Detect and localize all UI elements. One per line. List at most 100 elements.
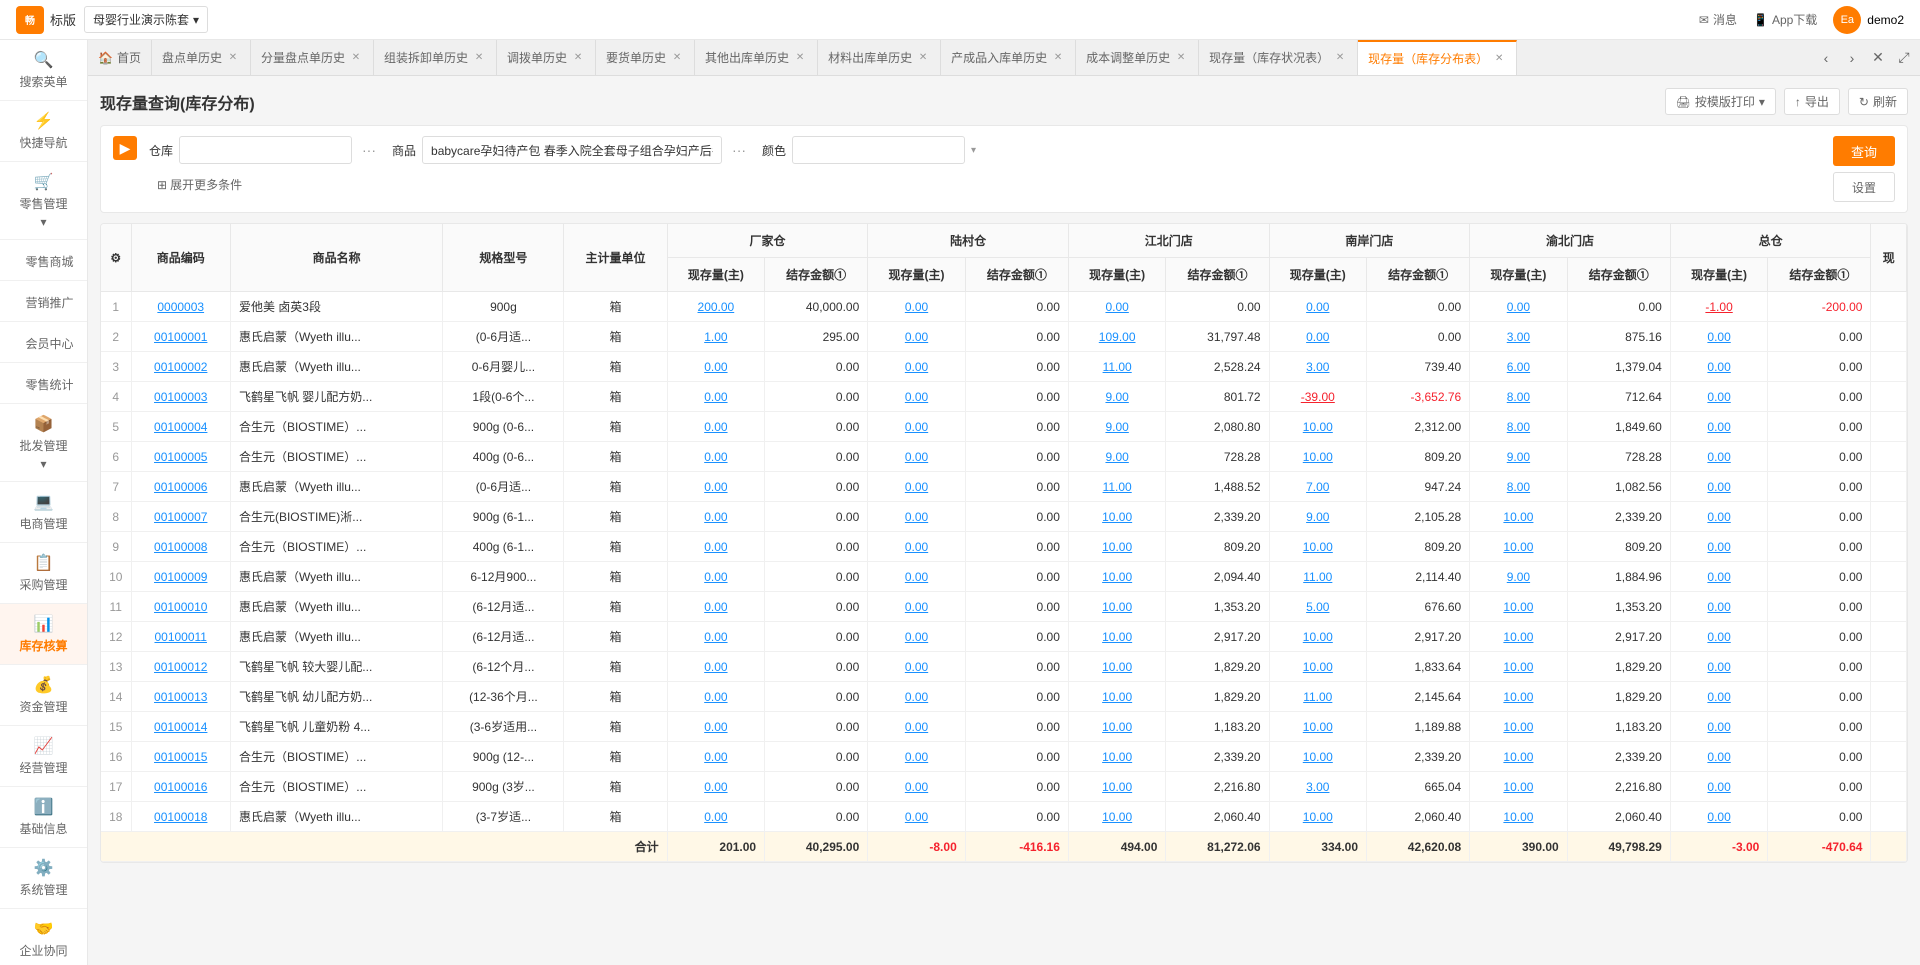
sidebar-item-资金管理[interactable]: 💰资金管理	[0, 665, 87, 726]
jb-qty[interactable]: 11.00	[1068, 472, 1165, 502]
yb-qty[interactable]: 9.00	[1470, 442, 1567, 472]
product-code[interactable]: 00100004	[131, 412, 230, 442]
jb-qty[interactable]: 11.00	[1068, 352, 1165, 382]
zc-qty[interactable]: 0.00	[1670, 382, 1767, 412]
fj-qty[interactable]: 0.00	[667, 742, 764, 772]
close-icon[interactable]: ✕	[472, 51, 486, 65]
message-btn[interactable]: ✉ 消息	[1699, 11, 1737, 28]
na-qty[interactable]: 3.00	[1269, 352, 1366, 382]
lc-qty[interactable]: 0.00	[868, 652, 965, 682]
fj-qty[interactable]: 200.00	[667, 292, 764, 322]
jb-qty[interactable]: 10.00	[1068, 682, 1165, 712]
close-icon[interactable]: ✕	[916, 51, 930, 65]
yb-qty[interactable]: 10.00	[1470, 682, 1567, 712]
filter-toggle-btn[interactable]: ▶	[113, 136, 137, 160]
tab-0[interactable]: 🏠首页	[88, 40, 152, 76]
tab-prev-btn[interactable]: ‹	[1814, 46, 1838, 70]
zc-qty[interactable]: 0.00	[1670, 622, 1767, 652]
product-code[interactable]: 00100008	[131, 532, 230, 562]
fj-qty[interactable]: 0.00	[667, 502, 764, 532]
sidebar-item-经营管理[interactable]: 📈经营管理	[0, 726, 87, 787]
lc-qty[interactable]: 0.00	[868, 412, 965, 442]
tab-5[interactable]: 要货单历史✕	[596, 40, 695, 76]
warehouse-ellipsis[interactable]: ···	[358, 142, 380, 158]
settings-btn[interactable]: 设置	[1833, 172, 1895, 202]
product-code[interactable]: 00100010	[131, 592, 230, 622]
fj-qty[interactable]: 0.00	[667, 682, 764, 712]
fj-qty[interactable]: 0.00	[667, 772, 764, 802]
sidebar-item-基础信息[interactable]: ℹ️基础信息	[0, 787, 87, 848]
zc-qty[interactable]: -1.00	[1670, 292, 1767, 322]
close-icon[interactable]: ✕	[670, 51, 684, 65]
sidebar-item-库存核算[interactable]: 📊库存核算	[0, 604, 87, 665]
product-code[interactable]: 00100014	[131, 712, 230, 742]
tab-6[interactable]: 其他出库单历史✕	[695, 40, 818, 76]
na-qty[interactable]: 0.00	[1269, 292, 1366, 322]
company-select[interactable]: 母婴行业演示陈套 ▾	[84, 6, 208, 33]
export-btn[interactable]: ↑ 导出	[1784, 88, 1840, 115]
yb-qty[interactable]: 10.00	[1470, 592, 1567, 622]
yb-qty[interactable]: 8.00	[1470, 412, 1567, 442]
tab-next-btn[interactable]: ›	[1840, 46, 1864, 70]
sidebar-item-零售管理[interactable]: 🛒零售管理▾	[0, 162, 87, 240]
na-qty[interactable]: 10.00	[1269, 622, 1366, 652]
zc-qty[interactable]: 0.00	[1670, 802, 1767, 832]
na-qty[interactable]: 3.00	[1269, 772, 1366, 802]
product-code[interactable]: 00100009	[131, 562, 230, 592]
jb-qty[interactable]: 10.00	[1068, 532, 1165, 562]
na-qty[interactable]: 10.00	[1269, 442, 1366, 472]
product-code[interactable]: 00100003	[131, 382, 230, 412]
zc-qty[interactable]: 0.00	[1670, 712, 1767, 742]
product-code[interactable]: 00100013	[131, 682, 230, 712]
sidebar-item-电商管理[interactable]: 💻电商管理	[0, 482, 87, 543]
yb-qty[interactable]: 9.00	[1470, 562, 1567, 592]
fj-qty[interactable]: 0.00	[667, 352, 764, 382]
lc-qty[interactable]: 0.00	[868, 622, 965, 652]
tab-11[interactable]: 现存量（库存分布表）✕	[1358, 40, 1517, 76]
product-code[interactable]: 00100016	[131, 772, 230, 802]
lc-qty[interactable]: 0.00	[868, 742, 965, 772]
close-icon[interactable]: ✕	[1492, 52, 1506, 66]
jb-qty[interactable]: 10.00	[1068, 562, 1165, 592]
fj-qty[interactable]: 0.00	[667, 442, 764, 472]
zc-qty[interactable]: 0.00	[1670, 352, 1767, 382]
fj-qty[interactable]: 0.00	[667, 622, 764, 652]
yb-qty[interactable]: 3.00	[1470, 322, 1567, 352]
close-icon[interactable]: ✕	[1333, 51, 1347, 65]
fj-qty[interactable]: 1.00	[667, 322, 764, 352]
close-icon[interactable]: ✕	[1174, 51, 1188, 65]
close-icon[interactable]: ✕	[226, 51, 240, 65]
na-qty[interactable]: 10.00	[1269, 742, 1366, 772]
product-input[interactable]	[422, 136, 722, 164]
tab-close-btn[interactable]: ✕	[1866, 46, 1890, 70]
user-info[interactable]: Ea demo2	[1833, 6, 1904, 34]
yb-qty[interactable]: 6.00	[1470, 352, 1567, 382]
zc-qty[interactable]: 0.00	[1670, 532, 1767, 562]
jb-qty[interactable]: 9.00	[1068, 442, 1165, 472]
zc-qty[interactable]: 0.00	[1670, 562, 1767, 592]
tab-1[interactable]: 盘点单历史✕	[152, 40, 251, 76]
yb-qty[interactable]: 10.00	[1470, 652, 1567, 682]
lc-qty[interactable]: 0.00	[868, 472, 965, 502]
zc-qty[interactable]: 0.00	[1670, 742, 1767, 772]
sidebar-item-企业协同[interactable]: 🤝企业协同	[0, 909, 87, 965]
sidebar-item-快捷导航[interactable]: ⚡快捷导航	[0, 101, 87, 162]
product-code[interactable]: 00100011	[131, 622, 230, 652]
tab-4[interactable]: 调拨单历史✕	[497, 40, 596, 76]
tab-10[interactable]: 现存量（库存状况表）✕	[1199, 40, 1358, 76]
yb-qty[interactable]: 10.00	[1470, 712, 1567, 742]
refresh-btn[interactable]: ↻ 刷新	[1848, 88, 1908, 115]
zc-qty[interactable]: 0.00	[1670, 442, 1767, 472]
zc-qty[interactable]: 0.00	[1670, 682, 1767, 712]
jb-qty[interactable]: 10.00	[1068, 742, 1165, 772]
lc-qty[interactable]: 0.00	[868, 592, 965, 622]
lc-qty[interactable]: 0.00	[868, 292, 965, 322]
jb-qty[interactable]: 109.00	[1068, 322, 1165, 352]
fj-qty[interactable]: 0.00	[667, 712, 764, 742]
product-code[interactable]: 00100001	[131, 322, 230, 352]
na-qty[interactable]: 11.00	[1269, 562, 1366, 592]
jb-qty[interactable]: 10.00	[1068, 712, 1165, 742]
na-qty[interactable]: 9.00	[1269, 502, 1366, 532]
zc-qty[interactable]: 0.00	[1670, 472, 1767, 502]
zc-qty[interactable]: 0.00	[1670, 592, 1767, 622]
